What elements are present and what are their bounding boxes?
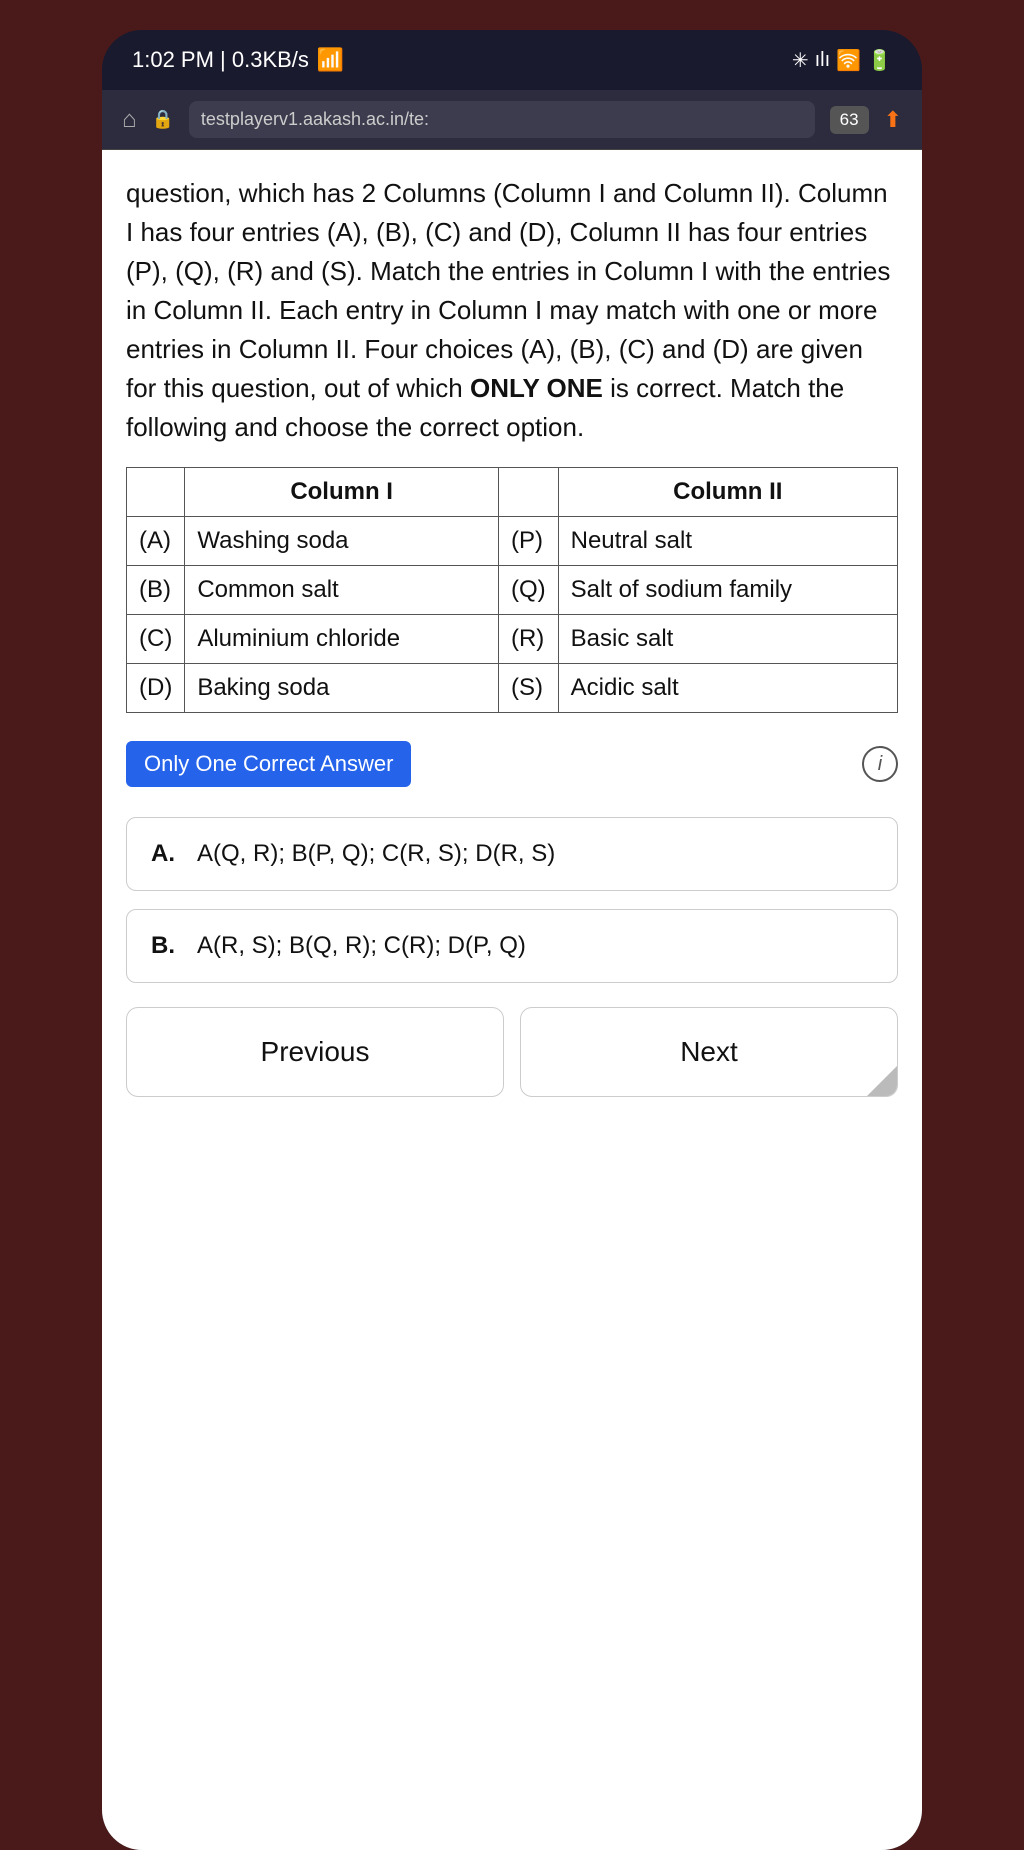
battery-icon: 🔋 xyxy=(867,48,892,73)
col2-content-3: Acidic salt xyxy=(558,664,897,713)
badge-row: Only One Correct Answer i xyxy=(126,741,898,787)
wifi-icon: 🛜 xyxy=(836,48,861,73)
col1-content-2: Aluminium chloride xyxy=(185,615,499,664)
col2-letter-2: (R) xyxy=(498,615,558,664)
table-row: (A) Washing soda (P) Neutral salt xyxy=(127,517,898,566)
previous-button[interactable]: Previous xyxy=(126,1007,504,1097)
col2-content-0: Neutral salt xyxy=(558,517,897,566)
time-display: 1:02 PM | 0.3KB/s xyxy=(132,47,309,73)
question-bold: ONLY ONE xyxy=(470,373,603,403)
nav-buttons: Previous Next xyxy=(126,1007,898,1127)
answer-option-0[interactable]: A. A(Q, R); B(P, Q); C(R, S); D(R, S) xyxy=(126,817,898,891)
wifi-signal-icon: 📶 xyxy=(317,47,344,73)
col2-letter-1: (Q) xyxy=(498,566,558,615)
table-row: (B) Common salt (Q) Salt of sodium famil… xyxy=(127,566,898,615)
info-icon[interactable]: i xyxy=(862,746,898,782)
col2-content-1: Salt of sodium family xyxy=(558,566,897,615)
col2-letter-3: (S) xyxy=(498,664,558,713)
upload-icon[interactable]: ⬆ xyxy=(884,107,902,133)
answer-option-1[interactable]: B. A(R, S); B(Q, R); C(R); D(P, Q) xyxy=(126,909,898,983)
option-letter-1: B. xyxy=(151,932,181,960)
main-content: question, which has 2 Columns (Column I … xyxy=(102,150,922,1850)
question-text-part1: question, which has 2 Columns (Column I … xyxy=(126,178,890,403)
tab-count[interactable]: 63 xyxy=(830,106,869,134)
col2-letter-0: (P) xyxy=(498,517,558,566)
home-icon[interactable]: ⌂ xyxy=(122,106,137,134)
table-row: (C) Aluminium chloride (R) Basic salt xyxy=(127,615,898,664)
col1-content-1: Common salt xyxy=(185,566,499,615)
option-letter-0: A. xyxy=(151,840,181,868)
col1-letter-0: (A) xyxy=(127,517,185,566)
address-bar: ⌂ 🔒 testplayerv1.aakash.ac.in/te: 63 ⬆ xyxy=(102,90,922,150)
col1-letter-2: (C) xyxy=(127,615,185,664)
next-button[interactable]: Next xyxy=(520,1007,898,1097)
table-row: (D) Baking soda (S) Acidic salt xyxy=(127,664,898,713)
phone-frame: 1:02 PM | 0.3KB/s 📶 ✳ ılı 🛜 🔋 ⌂ 🔒 testpl… xyxy=(102,30,922,1850)
status-right: ✳ ılı 🛜 🔋 xyxy=(792,48,892,73)
table-header-col1: Column I xyxy=(185,468,499,517)
bluetooth-icon: ✳ xyxy=(792,48,809,73)
table-header-empty xyxy=(127,468,185,517)
url-bar[interactable]: testplayerv1.aakash.ac.in/te: xyxy=(189,101,815,138)
option-text-0: A(Q, R); B(P, Q); C(R, S); D(R, S) xyxy=(197,840,555,868)
status-bar: 1:02 PM | 0.3KB/s 📶 ✳ ılı 🛜 🔋 xyxy=(102,30,922,90)
col1-letter-1: (B) xyxy=(127,566,185,615)
match-table: Column I Column II (A) Washing soda (P) … xyxy=(126,467,898,713)
status-left: 1:02 PM | 0.3KB/s 📶 xyxy=(132,47,344,73)
col1-letter-3: (D) xyxy=(127,664,185,713)
col1-content-0: Washing soda xyxy=(185,517,499,566)
table-header-empty2 xyxy=(498,468,558,517)
col2-content-2: Basic salt xyxy=(558,615,897,664)
only-one-badge: Only One Correct Answer xyxy=(126,741,411,787)
question-text: question, which has 2 Columns (Column I … xyxy=(126,174,898,447)
lock-icon: 🔒 xyxy=(152,109,174,130)
col1-content-3: Baking soda xyxy=(185,664,499,713)
table-header-col2: Column II xyxy=(558,468,897,517)
option-text-1: A(R, S); B(Q, R); C(R); D(P, Q) xyxy=(197,932,526,960)
options-container: A. A(Q, R); B(P, Q); C(R, S); D(R, S) B.… xyxy=(126,817,898,983)
signal-strength-icon: ılı xyxy=(815,49,831,72)
